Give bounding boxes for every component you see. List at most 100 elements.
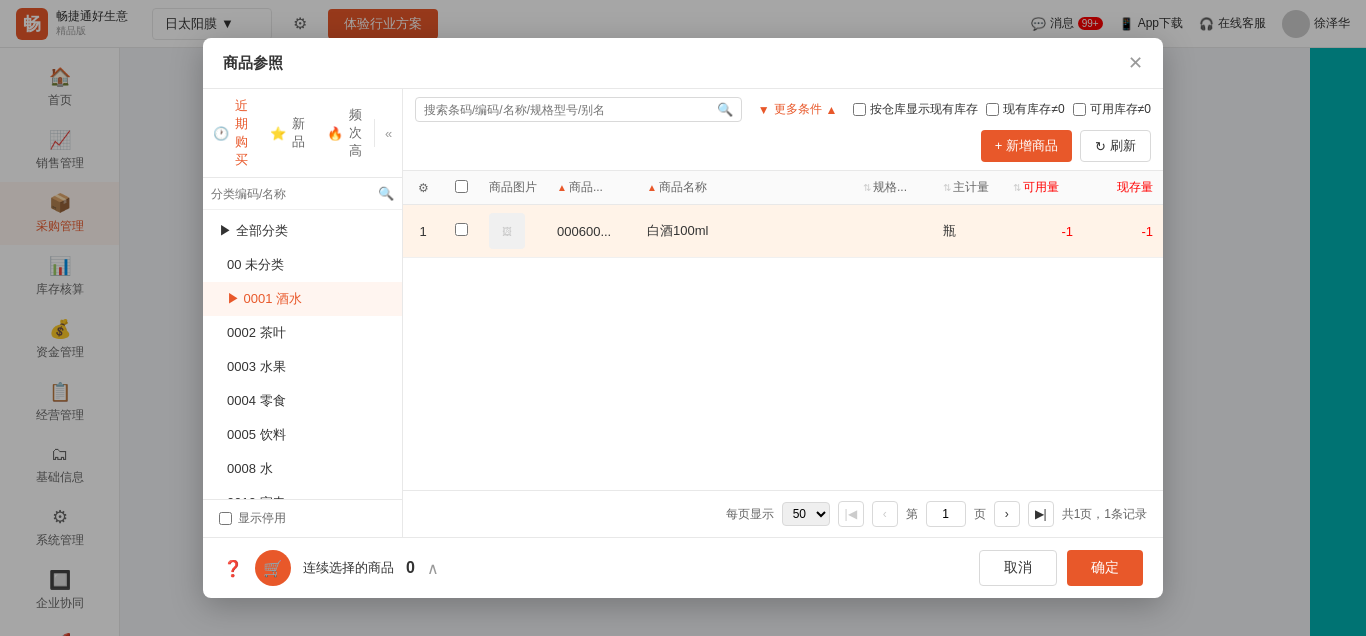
frequent-icon: 🔥	[327, 126, 343, 141]
th-img-label: 商品图片	[489, 179, 537, 196]
selected-label: 连续选择的商品	[303, 559, 394, 577]
page-label: 页	[974, 506, 986, 523]
cat-item-all[interactable]: ▶ 全部分类	[203, 214, 402, 248]
cat-item-fruit[interactable]: 0003 水果	[203, 350, 402, 384]
collapse-footer-icon[interactable]: ∧	[427, 559, 439, 578]
available-ne0-checkbox[interactable]	[1073, 103, 1086, 116]
snack-label: 0004 零食	[227, 392, 286, 410]
product-toolbar: 🔍 ▼ 更多条件 ▲ 按仓库显示现有库存	[403, 89, 1163, 171]
row-code: 000600...	[547, 205, 637, 258]
product-reference-modal: 商品参照 ✕ 🕐 近期购买 ⭐ 新品	[203, 38, 1163, 598]
tea-label: 0002 茶叶	[227, 324, 286, 342]
beverage-label: 0005 饮料	[227, 426, 286, 444]
tab-recent-purchase[interactable]: 🕐 近期购买	[203, 89, 260, 177]
refresh-icon: ↻	[1095, 139, 1106, 154]
product-image: 🖼	[489, 213, 525, 249]
row-img: 🖼	[479, 205, 547, 258]
stock-ne0-text: 现有库存≠0	[1003, 101, 1064, 118]
row-unit: 瓶	[933, 205, 1003, 258]
show-disabled-checkbox[interactable]	[219, 512, 232, 525]
row-spec	[853, 205, 933, 258]
warehouse-filter-checkbox[interactable]	[853, 103, 866, 116]
select-all-checkbox[interactable]	[455, 180, 468, 193]
th-code: ▲ 商品...	[547, 171, 637, 205]
recent-label: 近期购买	[235, 97, 250, 169]
cat-item-appliance[interactable]: 0010 家电	[203, 486, 402, 499]
add-product-button[interactable]: + 新增商品	[981, 130, 1072, 162]
category-tabs: 🕐 近期购买 ⭐ 新品 🔥 频次高 «	[203, 89, 402, 178]
modal-overlay: 商品参照 ✕ 🕐 近期购买 ⭐ 新品	[0, 0, 1366, 636]
th-spec: ⇅ 规格...	[853, 171, 933, 205]
cat-item-snack[interactable]: 0004 零食	[203, 384, 402, 418]
refresh-button[interactable]: ↻ 刷新	[1080, 130, 1151, 162]
filter-up-icon: ▲	[826, 103, 838, 117]
cat-item-uncategorized[interactable]: 00 未分类	[203, 248, 402, 282]
cat-item-beverage[interactable]: 0005 饮料	[203, 418, 402, 452]
page-number-input[interactable]	[926, 501, 966, 527]
stock-ne0-checkbox[interactable]	[986, 103, 999, 116]
product-search-icon[interactable]: 🔍	[717, 102, 733, 117]
page-word: 第	[906, 506, 918, 523]
product-search-input[interactable]	[424, 103, 713, 117]
tab-frequent[interactable]: 🔥 频次高	[317, 98, 374, 168]
modal-close-button[interactable]: ✕	[1128, 52, 1143, 74]
stock-ne0-filter-label[interactable]: 现有库存≠0	[986, 101, 1064, 118]
last-page-button[interactable]: ▶|	[1028, 501, 1054, 527]
recent-icon: 🕐	[213, 126, 229, 141]
th-stock-label: 现存量	[1117, 180, 1153, 194]
category-search: 🔍	[203, 178, 402, 210]
per-page-label: 每页显示	[726, 506, 774, 523]
cat-item-tea[interactable]: 0002 茶叶	[203, 316, 402, 350]
warehouse-filter-label[interactable]: 按仓库显示现有库存	[853, 101, 978, 118]
filter-icon: ▼	[758, 103, 770, 117]
th-name: ▲ 商品名称	[637, 171, 853, 205]
cat-item-water[interactable]: 0008 水	[203, 452, 402, 486]
category-search-input[interactable]	[211, 187, 374, 201]
row-checkbox[interactable]	[455, 223, 468, 236]
tab-new-products[interactable]: ⭐ 新品	[260, 107, 317, 159]
category-panel: 🕐 近期购买 ⭐ 新品 🔥 频次高 «	[203, 89, 403, 537]
th-check	[443, 171, 479, 205]
new-label: 新品	[292, 115, 307, 151]
prev-page-button[interactable]: ‹	[872, 501, 898, 527]
available-ne0-filter-label[interactable]: 可用库存≠0	[1073, 101, 1151, 118]
cart-button[interactable]: 🛒	[255, 550, 291, 586]
per-page-select[interactable]: 50	[782, 502, 830, 526]
confirm-button[interactable]: 确定	[1067, 550, 1143, 586]
sort-unit-icon: ⇅	[943, 182, 951, 193]
selected-count: 0	[406, 559, 415, 577]
product-table: ⚙ 商品图片	[403, 171, 1163, 490]
row-stock: -1	[1083, 205, 1163, 258]
modal-header: 商品参照 ✕	[203, 38, 1163, 89]
show-disabled-area: 显示停用	[203, 499, 402, 537]
more-filter-button[interactable]: ▼ 更多条件 ▲	[750, 97, 846, 122]
liquor-label: ▶ 0001 酒水	[227, 290, 302, 308]
modal-title: 商品参照	[223, 54, 283, 73]
pagination: 每页显示 50 |◀ ‹ 第 页 › ▶| 共1页，1条记录	[403, 490, 1163, 537]
sort-up-icon: ▲	[557, 182, 567, 193]
cancel-button[interactable]: 取消	[979, 550, 1057, 586]
next-page-button[interactable]: ›	[994, 501, 1020, 527]
pagination-info: 共1页，1条记录	[1062, 506, 1147, 523]
sort-avail-icon: ⇅	[1013, 182, 1021, 193]
first-page-button[interactable]: |◀	[838, 501, 864, 527]
frequent-label: 频次高	[349, 106, 364, 160]
category-list: ▶ 全部分类 00 未分类 ▶ 0001 酒水 0002 茶叶 0003 水果	[203, 210, 402, 499]
row-available: -1	[1003, 205, 1083, 258]
help-icon[interactable]: ❓	[223, 559, 243, 578]
sort-spec-icon: ⇅	[863, 182, 871, 193]
collapse-panel-button[interactable]: «	[374, 119, 402, 147]
th-available: ⇅ 可用量	[1003, 171, 1083, 205]
th-spec-label: 规格...	[873, 179, 907, 196]
product-search-box: 🔍	[415, 97, 742, 122]
settings-col-icon[interactable]: ⚙	[418, 181, 429, 195]
modal-footer: ❓ 🛒 连续选择的商品 0 ∧ 取消 确定	[203, 537, 1163, 598]
fruit-label: 0003 水果	[227, 358, 286, 376]
row-num: 1	[403, 205, 443, 258]
th-stock: 现存量	[1083, 171, 1163, 205]
cat-item-liquor[interactable]: ▶ 0001 酒水	[203, 282, 402, 316]
table-row[interactable]: 1 🖼 000600...	[403, 205, 1163, 258]
row-check[interactable]	[443, 205, 479, 258]
warehouse-filter-text: 按仓库显示现有库存	[870, 101, 978, 118]
category-search-icon[interactable]: 🔍	[378, 186, 394, 201]
